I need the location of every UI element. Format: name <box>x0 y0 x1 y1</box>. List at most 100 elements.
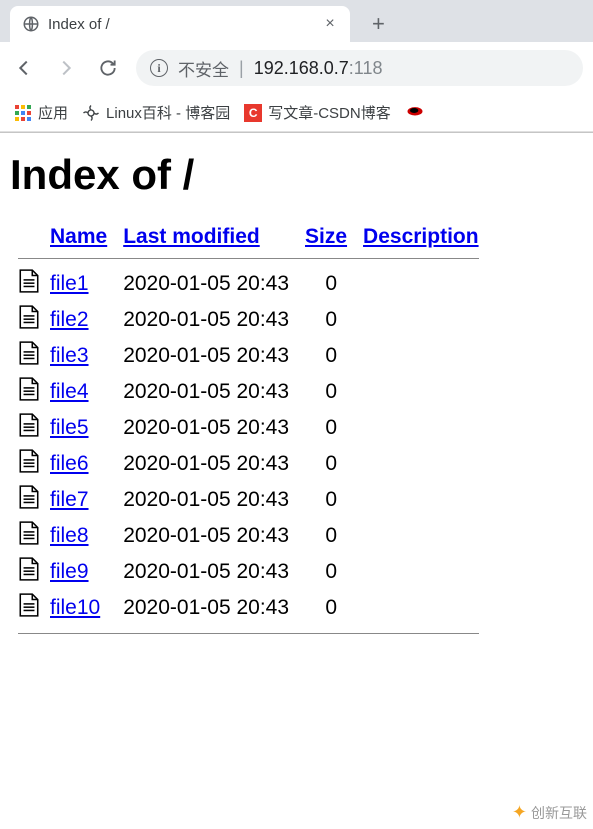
column-header-description[interactable]: Description <box>355 221 487 251</box>
file-icon <box>10 302 42 338</box>
file-icon <box>10 590 42 626</box>
directory-listing: Name Last modified Size Description file… <box>10 221 487 641</box>
bookmark-label: 写文章-CSDN博客 <box>268 102 391 123</box>
globe-icon <box>22 15 40 33</box>
file-link[interactable]: file7 <box>50 488 89 511</box>
file-link[interactable]: file6 <box>50 452 89 475</box>
file-link[interactable]: file8 <box>50 524 89 547</box>
file-description <box>355 266 487 302</box>
file-icon <box>10 482 42 518</box>
file-icon <box>10 338 42 374</box>
file-description <box>355 554 487 590</box>
info-icon[interactable]: i <box>150 59 168 77</box>
watermark: ✦ 创新互联 <box>512 802 587 823</box>
address-bar[interactable]: i 不安全 | 192.168.0.7:118 <box>136 50 583 86</box>
file-modified: 2020-01-05 20:43 <box>115 554 297 590</box>
file-icon <box>10 518 42 554</box>
file-description <box>355 302 487 338</box>
file-size: 0 <box>297 554 355 590</box>
table-row: file5 2020-01-05 20:43 0 <box>10 410 487 446</box>
column-header-modified[interactable]: Last modified <box>115 221 297 251</box>
page-title: Index of / <box>10 151 583 199</box>
divider <box>18 633 479 634</box>
url-host: 192.168.0.7 <box>254 58 349 78</box>
file-icon <box>10 266 42 302</box>
url-text: 192.168.0.7:118 <box>254 58 383 79</box>
file-modified: 2020-01-05 20:43 <box>115 338 297 374</box>
insecure-label: 不安全 <box>178 56 229 81</box>
table-row: file10 2020-01-05 20:43 0 <box>10 590 487 626</box>
file-icon <box>10 554 42 590</box>
apps-grid-icon <box>14 104 32 122</box>
csdn-icon: C <box>244 104 262 122</box>
file-icon <box>10 446 42 482</box>
column-header-name[interactable]: Name <box>42 221 115 251</box>
file-description <box>355 518 487 554</box>
browser-chrome: Index of / × + i 不安全 | 192.168 <box>0 0 593 133</box>
bookmark-item[interactable]: C 写文章-CSDN博客 <box>244 102 391 123</box>
table-row: file7 2020-01-05 20:43 0 <box>10 482 487 518</box>
address-divider: | <box>239 58 244 79</box>
file-link[interactable]: file1 <box>50 272 89 295</box>
browser-tab[interactable]: Index of / × <box>10 6 350 42</box>
divider <box>18 258 479 259</box>
file-description <box>355 482 487 518</box>
file-modified: 2020-01-05 20:43 <box>115 446 297 482</box>
bookmark-label: Linux百科 - 博客园 <box>106 102 230 123</box>
tab-title: Index of / <box>48 16 314 33</box>
file-modified: 2020-01-05 20:43 <box>115 266 297 302</box>
column-header-size[interactable]: Size <box>297 221 355 251</box>
file-link[interactable]: file9 <box>50 560 89 583</box>
table-row: file4 2020-01-05 20:43 0 <box>10 374 487 410</box>
file-link[interactable]: file4 <box>50 380 89 403</box>
table-row: file8 2020-01-05 20:43 0 <box>10 518 487 554</box>
close-icon[interactable]: × <box>322 16 338 32</box>
file-size: 0 <box>297 410 355 446</box>
file-link[interactable]: file2 <box>50 308 89 331</box>
file-size: 0 <box>297 482 355 518</box>
reload-button[interactable] <box>94 58 122 78</box>
file-link[interactable]: file3 <box>50 344 89 367</box>
file-size: 0 <box>297 266 355 302</box>
file-link[interactable]: file10 <box>50 596 100 619</box>
file-icon <box>10 410 42 446</box>
file-size: 0 <box>297 590 355 626</box>
file-description <box>355 338 487 374</box>
table-row: file1 2020-01-05 20:43 0 <box>10 266 487 302</box>
table-row: file2 2020-01-05 20:43 0 <box>10 302 487 338</box>
forward-button[interactable] <box>52 57 80 79</box>
watermark-icon: ✦ <box>512 802 527 823</box>
table-row: file9 2020-01-05 20:43 0 <box>10 554 487 590</box>
tab-bar: Index of / × + <box>0 0 593 42</box>
watermark-text: 创新互联 <box>531 803 587 823</box>
file-size: 0 <box>297 374 355 410</box>
file-description <box>355 446 487 482</box>
redhat-icon <box>405 103 425 123</box>
file-size: 0 <box>297 302 355 338</box>
file-modified: 2020-01-05 20:43 <box>115 590 297 626</box>
file-modified: 2020-01-05 20:43 <box>115 518 297 554</box>
file-modified: 2020-01-05 20:43 <box>115 374 297 410</box>
file-link[interactable]: file5 <box>50 416 89 439</box>
apps-button[interactable]: 应用 <box>14 102 68 123</box>
page-content: Index of / Name Last modified Size Descr… <box>0 133 593 659</box>
back-button[interactable] <box>10 57 38 79</box>
apps-label: 应用 <box>38 102 68 123</box>
file-size: 0 <box>297 518 355 554</box>
table-row: file6 2020-01-05 20:43 0 <box>10 446 487 482</box>
file-description <box>355 374 487 410</box>
toolbar: i 不安全 | 192.168.0.7:118 <box>0 42 593 94</box>
file-description <box>355 590 487 626</box>
url-port: :118 <box>349 58 383 78</box>
bookmarks-bar: 应用 Linux百科 - 博客园 C 写文章-CSDN博客 <box>0 94 593 132</box>
bookmark-item[interactable] <box>405 103 425 123</box>
cnblogs-icon <box>82 104 100 122</box>
file-size: 0 <box>297 446 355 482</box>
bookmark-item[interactable]: Linux百科 - 博客园 <box>82 102 230 123</box>
file-modified: 2020-01-05 20:43 <box>115 410 297 446</box>
file-description <box>355 410 487 446</box>
file-modified: 2020-01-05 20:43 <box>115 302 297 338</box>
file-icon <box>10 374 42 410</box>
file-size: 0 <box>297 338 355 374</box>
new-tab-button[interactable]: + <box>368 6 389 42</box>
